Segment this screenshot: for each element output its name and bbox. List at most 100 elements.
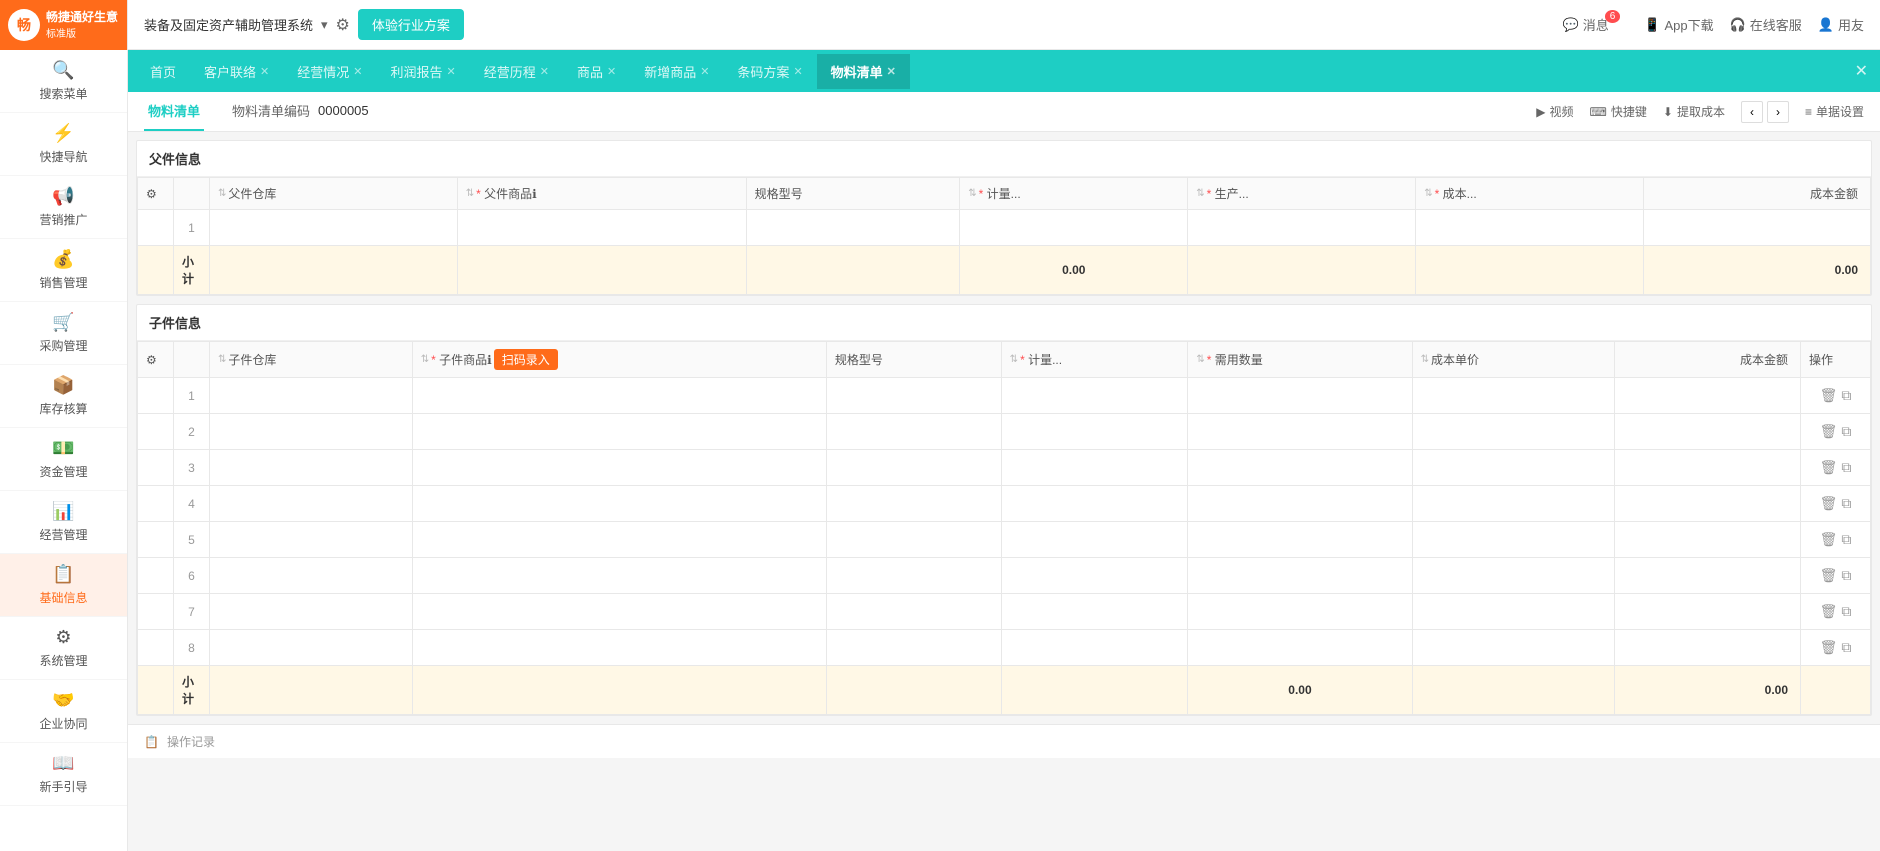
nav-tab-经营历程[interactable]: 经营历程 ✕ <box>470 54 563 89</box>
nav-tab-close-icon[interactable]: ✕ <box>540 65 549 78</box>
delete-icon-row3[interactable]: 🗑 <box>1820 459 1838 476</box>
user-item[interactable]: 👤 用友 <box>1818 15 1864 34</box>
nav-tab-经营情况[interactable]: 经营情况 ✕ <box>283 54 376 89</box>
parent-row1-warehouse[interactable] <box>210 210 458 246</box>
sidebar-item-企业协同[interactable]: 🤝 企业协同 <box>0 680 127 743</box>
delete-icon-row8[interactable]: 🗑 <box>1820 639 1838 656</box>
child-row5-unit[interactable] <box>1001 522 1188 558</box>
child-row7-qty[interactable] <box>1188 594 1412 630</box>
child-row3-price[interactable] <box>1412 450 1615 486</box>
child-row2-spec[interactable] <box>826 414 1001 450</box>
gear-icon[interactable]: ⚙ <box>336 15 350 35</box>
child-row5-qty[interactable] <box>1188 522 1412 558</box>
sidebar-item-系统管理[interactable]: ⚙ 系统管理 <box>0 617 127 680</box>
child-row7-warehouse[interactable] <box>210 594 413 630</box>
sidebar-item-基础信息[interactable]: 📋 基础信息 <box>0 554 127 617</box>
child-row3-unit[interactable] <box>1001 450 1188 486</box>
nav-tab-close-icon[interactable]: ✕ <box>887 65 896 78</box>
nav-tab-首页[interactable]: 首页 <box>136 54 190 89</box>
delete-icon-row2[interactable]: 🗑 <box>1820 423 1838 440</box>
child-row5-price[interactable] <box>1412 522 1615 558</box>
child-row8-spec[interactable] <box>826 630 1001 666</box>
sidebar-item-新手引导[interactable]: 📖 新手引导 <box>0 743 127 806</box>
child-row2-warehouse[interactable] <box>210 414 413 450</box>
scan-button[interactable]: 扫码录入 <box>494 349 558 370</box>
delete-icon-row4[interactable]: 🗑 <box>1820 495 1838 512</box>
copy-icon-row4[interactable]: ⧉ <box>1841 495 1851 512</box>
nav-tab-close-icon[interactable]: ✕ <box>793 65 802 78</box>
nav-tab-close-icon[interactable]: ✕ <box>607 65 616 78</box>
next-btn[interactable]: › <box>1767 101 1789 123</box>
copy-icon-row6[interactable]: ⧉ <box>1841 567 1851 584</box>
child-row4-qty[interactable] <box>1188 486 1412 522</box>
nav-tab-客户联络[interactable]: 客户联络 ✕ <box>190 54 283 89</box>
child-row8-unit[interactable] <box>1001 630 1188 666</box>
video-action[interactable]: ▶ 视频 <box>1536 103 1573 120</box>
copy-icon-row3[interactable]: ⧉ <box>1841 459 1851 476</box>
child-row4-product[interactable] <box>412 486 826 522</box>
nav-tab-利润报告[interactable]: 利润报告 ✕ <box>376 54 469 89</box>
copy-icon-row2[interactable]: ⧉ <box>1841 423 1851 440</box>
online-service-item[interactable]: 🎧 在线客服 <box>1730 15 1802 34</box>
child-row3-qty[interactable] <box>1188 450 1412 486</box>
delete-icon-row1[interactable]: 🗑 <box>1820 387 1838 404</box>
copy-icon-row5[interactable]: ⧉ <box>1841 531 1851 548</box>
child-row6-price[interactable] <box>1412 558 1615 594</box>
app-download-item[interactable]: 📱 App下载 <box>1644 15 1713 34</box>
child-row3-warehouse[interactable] <box>210 450 413 486</box>
child-row1-warehouse[interactable] <box>210 378 413 414</box>
nav-tab-物料清单[interactable]: 物料清单 ✕ <box>817 54 910 89</box>
delete-icon-row7[interactable]: 🗑 <box>1820 603 1838 620</box>
sub-tab-material-code[interactable]: 物料清单编码 0000005 <box>228 92 373 131</box>
child-row3-spec[interactable] <box>826 450 1001 486</box>
nav-tab-商品[interactable]: 商品 ✕ <box>563 54 630 89</box>
nav-tab-close-icon[interactable]: ✕ <box>260 65 269 78</box>
child-row2-product[interactable] <box>412 414 826 450</box>
delete-icon-row6[interactable]: 🗑 <box>1820 567 1838 584</box>
child-row8-qty[interactable] <box>1188 630 1412 666</box>
child-row8-product[interactable] <box>412 630 826 666</box>
parent-row1-cost[interactable] <box>1416 210 1644 246</box>
child-row7-product[interactable] <box>412 594 826 630</box>
shortcut-action[interactable]: ⌨ 快捷键 <box>1590 103 1647 120</box>
delete-icon-row5[interactable]: 🗑 <box>1820 531 1838 548</box>
child-row6-unit[interactable] <box>1001 558 1188 594</box>
child-row4-unit[interactable] <box>1001 486 1188 522</box>
child-row6-warehouse[interactable] <box>210 558 413 594</box>
child-row3-product[interactable] <box>412 450 826 486</box>
nav-tab-条码方案[interactable]: 条码方案 ✕ <box>723 54 816 89</box>
doc-settings-action[interactable]: ≡ 单据设置 × 您的父件、子件的成本取值可以选择【参考成本、最新进价、平均成本… <box>1805 103 1864 120</box>
child-row4-warehouse[interactable] <box>210 486 413 522</box>
sidebar-item-营销推广[interactable]: 📢 营销推广 <box>0 176 127 239</box>
nav-tab-新增商品[interactable]: 新增商品 ✕ <box>630 54 723 89</box>
sidebar-item-经营管理[interactable]: 📊 经营管理 <box>0 491 127 554</box>
sidebar-item-采购管理[interactable]: 🛒 采购管理 <box>0 302 127 365</box>
child-row5-spec[interactable] <box>826 522 1001 558</box>
child-row4-spec[interactable] <box>826 486 1001 522</box>
child-row1-unit[interactable] <box>1001 378 1188 414</box>
sidebar-item-资金管理[interactable]: 💵 资金管理 <box>0 428 127 491</box>
nav-tab-close-icon[interactable]: ✕ <box>353 65 362 78</box>
th-settings-child[interactable]: ⚙ <box>138 342 174 378</box>
sub-tab-material-list[interactable]: 物料清单 <box>144 92 204 131</box>
child-row4-price[interactable] <box>1412 486 1615 522</box>
child-row5-product[interactable] <box>412 522 826 558</box>
child-row6-product[interactable] <box>412 558 826 594</box>
extract-cost-action[interactable]: ⬇ 提取成本 <box>1663 103 1725 120</box>
child-row8-warehouse[interactable] <box>210 630 413 666</box>
child-row1-price[interactable] <box>1412 378 1615 414</box>
nav-tab-close-icon[interactable]: ✕ <box>700 65 709 78</box>
child-row7-unit[interactable] <box>1001 594 1188 630</box>
prev-btn[interactable]: ‹ <box>1741 101 1763 123</box>
sidebar-item-库存核算[interactable]: 📦 库存核算 <box>0 365 127 428</box>
child-row1-spec[interactable] <box>826 378 1001 414</box>
dropdown-icon[interactable]: ▾ <box>321 17 328 33</box>
child-row2-qty[interactable] <box>1188 414 1412 450</box>
child-row6-spec[interactable] <box>826 558 1001 594</box>
message-item[interactable]: 💬 消息 6 <box>1563 15 1629 34</box>
child-row1-product[interactable] <box>412 378 826 414</box>
child-row6-qty[interactable] <box>1188 558 1412 594</box>
parent-row1-unit[interactable] <box>960 210 1188 246</box>
child-row7-spec[interactable] <box>826 594 1001 630</box>
copy-icon-row8[interactable]: ⧉ <box>1841 639 1851 656</box>
